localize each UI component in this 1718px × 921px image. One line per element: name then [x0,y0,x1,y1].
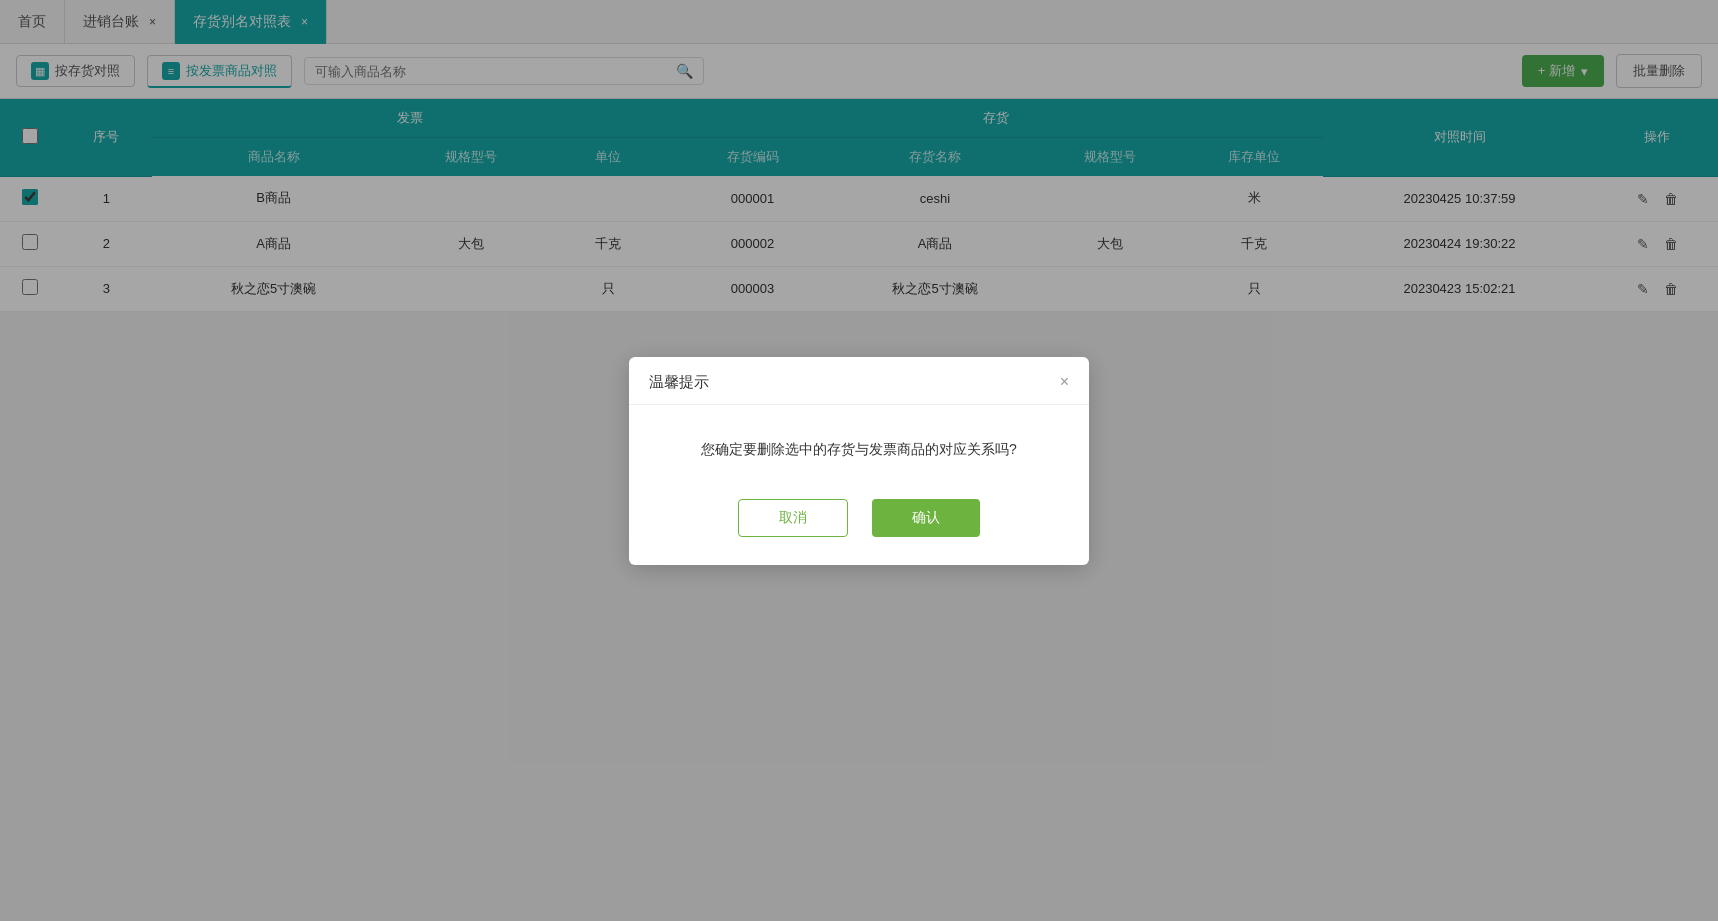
confirm-dialog: 温馨提示 × 您确定要删除选中的存货与发票商品的对应关系吗? 取消 确认 [629,357,1089,565]
dialog-header: 温馨提示 × [629,357,1089,405]
dialog-body: 您确定要删除选中的存货与发票商品的对应关系吗? [629,405,1089,483]
dialog-close-button[interactable]: × [1060,373,1069,391]
dialog-title: 温馨提示 [649,373,709,392]
dialog-confirm-button[interactable]: 确认 [872,499,980,537]
dialog-cancel-button[interactable]: 取消 [738,499,848,537]
dialog-footer: 取消 确认 [629,483,1089,565]
modal-overlay: 温馨提示 × 您确定要删除选中的存货与发票商品的对应关系吗? 取消 确认 [0,0,1718,921]
dialog-message: 您确定要删除选中的存货与发票商品的对应关系吗? [701,441,1017,457]
